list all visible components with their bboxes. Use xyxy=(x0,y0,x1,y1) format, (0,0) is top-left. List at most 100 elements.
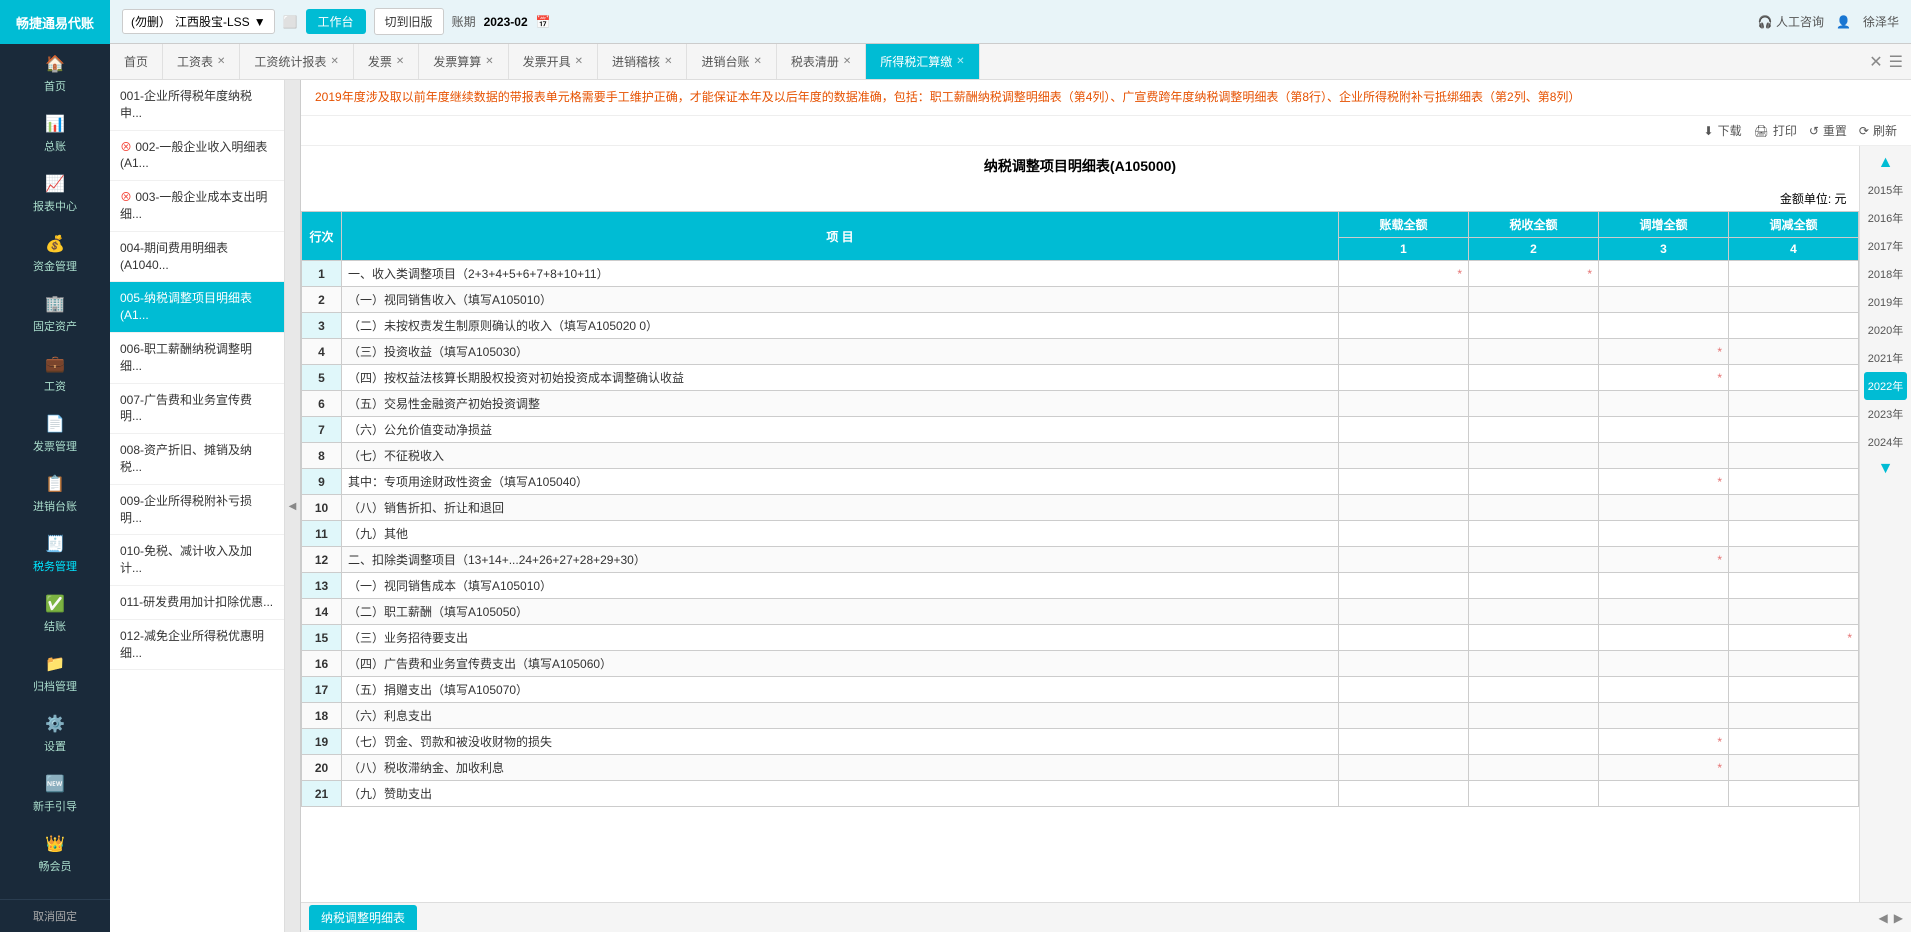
cell-col2[interactable] xyxy=(1469,625,1599,651)
reset-button[interactable]: ↺ 重置 xyxy=(1809,122,1847,139)
left-panel-item-006[interactable]: 006-职工薪酬纳税调整明细... xyxy=(110,333,284,384)
cell-col4[interactable] xyxy=(1729,703,1859,729)
cell-col2[interactable] xyxy=(1469,781,1599,807)
cell-col4[interactable] xyxy=(1729,417,1859,443)
tab-close-8[interactable]: ✕ xyxy=(843,56,851,67)
cell-col4[interactable] xyxy=(1729,755,1859,781)
cell-col2[interactable] xyxy=(1469,651,1599,677)
cell-col2[interactable] xyxy=(1469,755,1599,781)
cell-col3[interactable] xyxy=(1599,287,1729,313)
cell-col4[interactable] xyxy=(1729,781,1859,807)
cell-col4[interactable] xyxy=(1729,521,1859,547)
left-panel-item-007[interactable]: 007-广告费和业务宣传费明... xyxy=(110,384,284,435)
cell-col1[interactable] xyxy=(1339,677,1469,703)
left-panel-item-011[interactable]: 011-研发费用加计扣除优惠... xyxy=(110,586,284,620)
cell-col3[interactable]: * xyxy=(1599,729,1729,755)
panel-collapse-button[interactable]: ◀ xyxy=(285,80,301,932)
year-item-2018[interactable]: 2018年 xyxy=(1864,260,1907,288)
left-panel-item-003[interactable]: ⊗ 003-一般企业成本支出明细... xyxy=(110,181,284,232)
sidebar-item-settle[interactable]: ✅结账 xyxy=(0,584,110,644)
cell-col3[interactable]: * xyxy=(1599,339,1729,365)
tab-close-9[interactable]: ✕ xyxy=(956,56,964,67)
cell-col1[interactable] xyxy=(1339,469,1469,495)
year-up-button[interactable]: ▲ xyxy=(1874,150,1898,176)
sidebar-item-ledger[interactable]: 📊总账 xyxy=(0,104,110,164)
sidebar-item-settings[interactable]: ⚙️设置 xyxy=(0,704,110,764)
cell-col4[interactable] xyxy=(1729,261,1859,287)
copy-icon[interactable]: ⬜ xyxy=(283,15,298,29)
cell-col1[interactable]: * xyxy=(1339,261,1469,287)
cell-col4[interactable] xyxy=(1729,573,1859,599)
tab-close-1[interactable]: ✕ xyxy=(217,56,225,67)
calendar-icon[interactable]: 📅 xyxy=(536,15,551,29)
workbench-button[interactable]: 工作台 xyxy=(306,9,366,34)
cell-col1[interactable] xyxy=(1339,495,1469,521)
cell-col3[interactable] xyxy=(1599,261,1729,287)
cell-col3[interactable]: * xyxy=(1599,547,1729,573)
year-item-2021[interactable]: 2021年 xyxy=(1864,344,1907,372)
cell-col3[interactable]: * xyxy=(1599,755,1729,781)
cell-col4[interactable] xyxy=(1729,729,1859,755)
year-item-2020[interactable]: 2020年 xyxy=(1864,316,1907,344)
cell-col3[interactable] xyxy=(1599,599,1729,625)
tab-0[interactable]: 首页 xyxy=(110,44,163,79)
cell-col1[interactable] xyxy=(1339,599,1469,625)
cell-col3[interactable] xyxy=(1599,495,1729,521)
old-version-button[interactable]: 切到旧版 xyxy=(374,8,444,35)
cell-col2[interactable] xyxy=(1469,495,1599,521)
cell-col1[interactable] xyxy=(1339,625,1469,651)
cell-col1[interactable] xyxy=(1339,365,1469,391)
cell-col3[interactable] xyxy=(1599,573,1729,599)
sidebar-item-home[interactable]: 🏠首页 xyxy=(0,44,110,104)
cell-col3[interactable] xyxy=(1599,677,1729,703)
year-down-button[interactable]: ▼ xyxy=(1874,456,1898,482)
cell-col2[interactable] xyxy=(1469,365,1599,391)
cell-col2[interactable] xyxy=(1469,469,1599,495)
refresh-button[interactable]: ⟳ 刷新 xyxy=(1859,122,1897,139)
cell-col1[interactable] xyxy=(1339,547,1469,573)
cell-col4[interactable] xyxy=(1729,677,1859,703)
menu-icon[interactable]: ☰ xyxy=(1889,52,1903,72)
cell-col2[interactable] xyxy=(1469,443,1599,469)
year-item-2023[interactable]: 2023年 xyxy=(1864,400,1907,428)
service-button[interactable]: 🎧 人工咨询 xyxy=(1758,13,1824,30)
cell-col4[interactable] xyxy=(1729,469,1859,495)
sidebar-item-archive[interactable]: 📁归档管理 xyxy=(0,644,110,704)
cell-col1[interactable] xyxy=(1339,729,1469,755)
tab-close-2[interactable]: ✕ xyxy=(330,56,338,67)
cell-col2[interactable] xyxy=(1469,521,1599,547)
scroll-right-icon[interactable]: ▶ xyxy=(1894,911,1903,925)
tab-8[interactable]: 税表清册 ✕ xyxy=(777,44,866,79)
cell-col2[interactable] xyxy=(1469,599,1599,625)
cell-col3[interactable] xyxy=(1599,703,1729,729)
tab-3[interactable]: 发票 ✕ xyxy=(354,44,419,79)
cell-col3[interactable] xyxy=(1599,651,1729,677)
table-wrapper[interactable]: 纳税调整项目明细表(A105000) 金额单位: 元 行次 项 目 账载全额 税… xyxy=(301,146,1859,902)
cell-col1[interactable] xyxy=(1339,417,1469,443)
cell-col4[interactable] xyxy=(1729,495,1859,521)
cell-col1[interactable] xyxy=(1339,339,1469,365)
cell-col3[interactable] xyxy=(1599,417,1729,443)
tab-close-6[interactable]: ✕ xyxy=(664,56,672,67)
download-button[interactable]: ⬇ 下载 xyxy=(1704,122,1742,139)
user-name[interactable]: 徐泽华 xyxy=(1863,13,1899,30)
year-item-2019[interactable]: 2019年 xyxy=(1864,288,1907,316)
cell-col2[interactable] xyxy=(1469,573,1599,599)
left-panel-item-008[interactable]: 008-资产折旧、摊销及纳税... xyxy=(110,434,284,485)
cell-col2[interactable] xyxy=(1469,677,1599,703)
cell-col1[interactable] xyxy=(1339,651,1469,677)
cell-col3[interactable] xyxy=(1599,391,1729,417)
cell-col3[interactable] xyxy=(1599,313,1729,339)
cell-col1[interactable] xyxy=(1339,573,1469,599)
cell-col1[interactable] xyxy=(1339,443,1469,469)
cell-col4[interactable] xyxy=(1729,599,1859,625)
cell-col2[interactable] xyxy=(1469,547,1599,573)
cell-col2[interactable] xyxy=(1469,729,1599,755)
sidebar-item-salary[interactable]: 💼工资 xyxy=(0,344,110,404)
bottom-tab[interactable]: 纳税调整明细表 xyxy=(309,905,417,930)
cell-col4[interactable] xyxy=(1729,651,1859,677)
tab-close-4[interactable]: ✕ xyxy=(485,56,493,67)
cell-col4[interactable] xyxy=(1729,443,1859,469)
cell-col2[interactable] xyxy=(1469,339,1599,365)
sidebar-item-capital[interactable]: 💰资金管理 xyxy=(0,224,110,284)
